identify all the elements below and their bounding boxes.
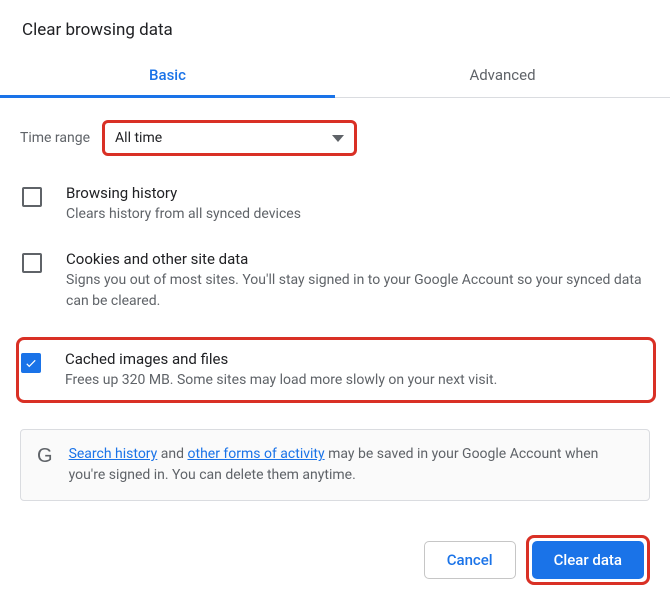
option-desc: Signs you out of most sites. You'll stay… (66, 270, 648, 311)
time-range-select[interactable]: All time (102, 120, 357, 156)
cancel-button[interactable]: Cancel (424, 541, 516, 579)
option-desc: Frees up 320 MB. Some sites may load mor… (65, 370, 645, 390)
option-text: Cookies and other site data Signs you ou… (66, 250, 648, 311)
time-range-value: All time (115, 130, 162, 146)
search-history-link[interactable]: Search history (69, 446, 158, 462)
option-title: Browsing history (66, 184, 648, 202)
checkbox-cached[interactable] (21, 353, 41, 373)
tab-advanced[interactable]: Advanced (335, 54, 670, 97)
option-title: Cookies and other site data (66, 250, 648, 268)
option-text: Cached images and files Frees up 320 MB.… (65, 350, 645, 390)
option-cached: Cached images and files Frees up 320 MB.… (16, 337, 656, 403)
google-icon: G (37, 445, 53, 468)
clear-browsing-data-dialog: Clear browsing data Basic Advanced Time … (0, 0, 670, 601)
info-box: G Search history and other forms of acti… (20, 429, 650, 501)
info-text: Search history and other forms of activi… (69, 444, 633, 486)
option-cookies: Cookies and other site data Signs you ou… (20, 250, 650, 311)
dialog-content: Time range All time Browsing history Cle… (0, 98, 670, 515)
tab-basic[interactable]: Basic (0, 54, 335, 97)
time-range-row: Time range All time (20, 120, 650, 156)
info-sep: and (157, 446, 187, 462)
tabs: Basic Advanced (0, 54, 670, 98)
other-activity-link[interactable]: other forms of activity (188, 446, 325, 462)
chevron-down-icon (332, 135, 344, 142)
option-browsing-history: Browsing history Clears history from all… (20, 184, 650, 224)
checkbox-browsing-history[interactable] (22, 187, 42, 207)
clear-data-button[interactable]: Clear data (532, 541, 644, 579)
dialog-title: Clear browsing data (0, 0, 670, 54)
option-text: Browsing history Clears history from all… (66, 184, 648, 224)
option-desc: Clears history from all synced devices (66, 204, 648, 224)
check-icon (24, 356, 38, 370)
option-title: Cached images and files (65, 350, 645, 368)
dialog-footer: Cancel Clear data (0, 515, 670, 601)
checkbox-cookies[interactable] (22, 253, 42, 273)
clear-data-highlight: Clear data (526, 535, 650, 585)
time-range-label: Time range (20, 130, 90, 146)
